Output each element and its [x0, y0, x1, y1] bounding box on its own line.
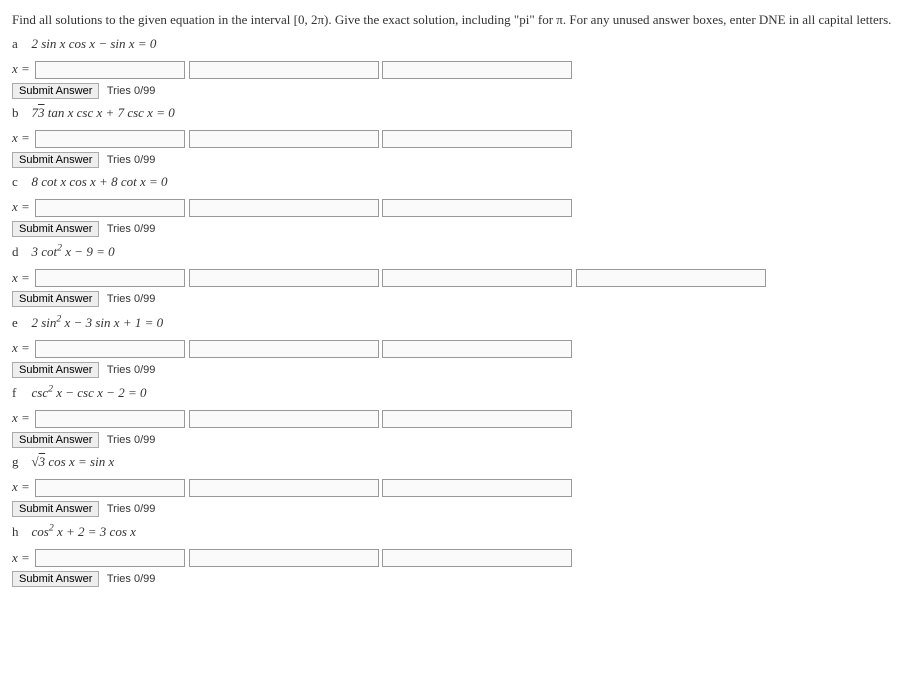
answer-input-b-2[interactable]: [189, 130, 379, 148]
problem-instructions: Find all solutions to the given equation…: [12, 12, 907, 28]
tries-label-b: Tries 0/99: [107, 154, 156, 166]
equation-c: 8 cot x cos x + 8 cot x = 0: [32, 174, 168, 189]
x-equals-label: x =: [12, 130, 30, 145]
tries-label-f: Tries 0/99: [107, 434, 156, 446]
equation-g: √3 cos x = sin x: [32, 454, 115, 469]
submit-button-b[interactable]: Submit Answer: [12, 152, 99, 168]
part-letter-b: b: [12, 105, 28, 121]
part-letter-a: a: [12, 36, 28, 52]
submit-button-d[interactable]: Submit Answer: [12, 291, 99, 307]
equation-f: csc2 x − csc x − 2 = 0: [32, 385, 147, 400]
x-equals-label: x =: [12, 199, 30, 214]
part-letter-g: g: [12, 454, 28, 470]
part-letter-h: h: [12, 524, 28, 540]
answer-input-d-1[interactable]: [35, 269, 185, 287]
problem-b: b 73 tan x csc x + 7 csc x = 0 x = Submi…: [12, 105, 907, 168]
answer-input-a-1[interactable]: [35, 61, 185, 79]
answer-input-b-3[interactable]: [382, 130, 572, 148]
submit-button-e[interactable]: Submit Answer: [12, 362, 99, 378]
tries-label-g: Tries 0/99: [107, 503, 156, 515]
x-equals-label: x =: [12, 550, 30, 565]
answer-input-f-1[interactable]: [35, 410, 185, 428]
x-equals-label: x =: [12, 270, 30, 285]
problem-e: e 2 sin2 x − 3 sin x + 1 = 0 x = Submit …: [12, 313, 907, 377]
answer-input-e-3[interactable]: [382, 340, 572, 358]
problem-d: d 3 cot2 x − 9 = 0 x = Submit Answer Tri…: [12, 243, 907, 307]
answer-input-a-3[interactable]: [382, 61, 572, 79]
part-letter-c: c: [12, 174, 28, 190]
tries-label-d: Tries 0/99: [107, 293, 156, 305]
answer-input-h-1[interactable]: [35, 549, 185, 567]
answer-input-e-1[interactable]: [35, 340, 185, 358]
answer-input-d-3[interactable]: [382, 269, 572, 287]
problem-g: g √3 cos x = sin x x = Submit Answer Tri…: [12, 454, 907, 517]
answer-input-h-3[interactable]: [382, 549, 572, 567]
equation-e: 2 sin2 x − 3 sin x + 1 = 0: [32, 315, 164, 330]
answer-input-c-2[interactable]: [189, 199, 379, 217]
equation-b: 73 tan x csc x + 7 csc x = 0: [32, 105, 175, 120]
tries-label-e: Tries 0/99: [107, 364, 156, 376]
part-letter-e: e: [12, 315, 28, 331]
submit-button-h[interactable]: Submit Answer: [12, 571, 99, 587]
answer-input-c-3[interactable]: [382, 199, 572, 217]
answer-input-f-2[interactable]: [189, 410, 379, 428]
problem-c: c 8 cot x cos x + 8 cot x = 0 x = Submit…: [12, 174, 907, 237]
answer-input-d-4[interactable]: [576, 269, 766, 287]
answer-input-g-1[interactable]: [35, 479, 185, 497]
part-letter-d: d: [12, 244, 28, 260]
problem-f: f csc2 x − csc x − 2 = 0 x = Submit Answ…: [12, 384, 907, 448]
tries-label-c: Tries 0/99: [107, 223, 156, 235]
submit-button-f[interactable]: Submit Answer: [12, 432, 99, 448]
x-equals-label: x =: [12, 61, 30, 76]
problem-a: a 2 sin x cos x − sin x = 0 x = Submit A…: [12, 36, 907, 99]
answer-input-d-2[interactable]: [189, 269, 379, 287]
tries-label-a: Tries 0/99: [107, 85, 156, 97]
submit-button-c[interactable]: Submit Answer: [12, 221, 99, 237]
answer-input-c-1[interactable]: [35, 199, 185, 217]
part-letter-f: f: [12, 385, 28, 401]
equation-h: cos2 x + 2 = 3 cos x: [32, 524, 136, 539]
problem-h: h cos2 x + 2 = 3 cos x x = Submit Answer…: [12, 523, 907, 587]
answer-input-h-2[interactable]: [189, 549, 379, 567]
answer-input-a-2[interactable]: [189, 61, 379, 79]
x-equals-label: x =: [12, 410, 30, 425]
equation-d: 3 cot2 x − 9 = 0: [32, 244, 115, 259]
answer-input-b-1[interactable]: [35, 130, 185, 148]
answer-input-g-3[interactable]: [382, 479, 572, 497]
submit-button-g[interactable]: Submit Answer: [12, 501, 99, 517]
x-equals-label: x =: [12, 479, 30, 494]
tries-label-h: Tries 0/99: [107, 573, 156, 585]
answer-input-f-3[interactable]: [382, 410, 572, 428]
equation-a: 2 sin x cos x − sin x = 0: [32, 36, 157, 51]
submit-button-a[interactable]: Submit Answer: [12, 83, 99, 99]
x-equals-label: x =: [12, 340, 30, 355]
answer-input-g-2[interactable]: [189, 479, 379, 497]
answer-input-e-2[interactable]: [189, 340, 379, 358]
